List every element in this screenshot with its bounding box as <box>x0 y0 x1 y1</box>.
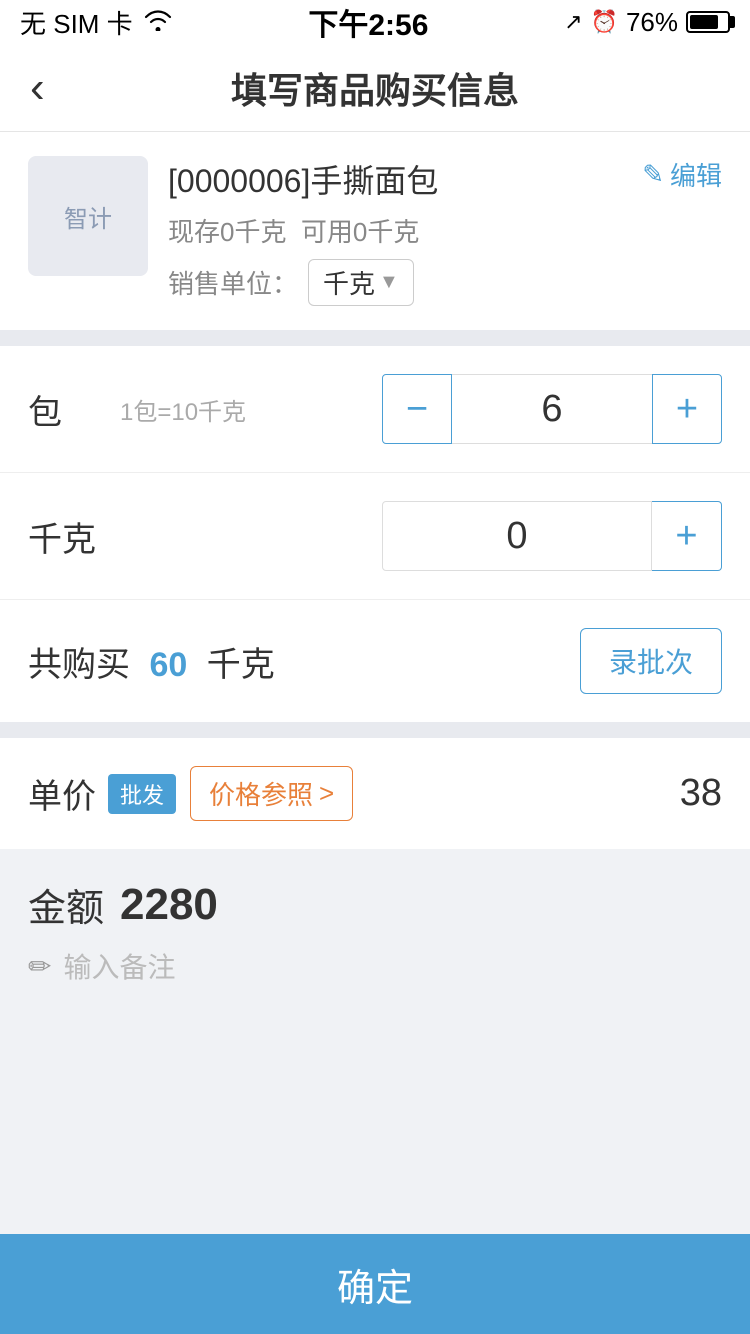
product-card: 智计 [0000006]手撕面包 现存0千克 可用0千克 销售单位： 千克 ▼ … <box>0 132 750 330</box>
alarm-icon: ⏰ <box>591 9 618 35</box>
remark-row[interactable]: ✏ 输入备注 <box>28 946 722 986</box>
price-value: 38 <box>680 772 722 815</box>
amount-section: 金额 2280 ✏ 输入备注 <box>0 849 750 1000</box>
product-stock: 现存0千克 可用0千克 <box>168 212 722 249</box>
amount-row: 金额 2280 <box>28 877 722 932</box>
batch-button[interactable]: 录批次 <box>580 628 722 694</box>
bag-hint: 1包=10千克 <box>120 392 382 427</box>
confirm-button[interactable]: 确定 <box>0 1234 750 1334</box>
total-row: 共购买 60 千克 录批次 <box>0 600 750 722</box>
status-bar: 无 SIM 卡 下午2:56 ↗ ⏰ 76% <box>0 0 750 44</box>
edit-remark-icon: ✏ <box>28 950 51 983</box>
bag-plus-button[interactable]: + <box>652 374 722 444</box>
bag-label: 包 <box>28 385 108 434</box>
status-left: 无 SIM 卡 <box>20 4 173 41</box>
price-reference-button[interactable]: 价格参照 > <box>190 766 353 821</box>
quantity-section: 包 1包=10千克 − + 千克 + <box>0 346 750 600</box>
bag-quantity-row: 包 1包=10千克 − + <box>0 346 750 473</box>
status-right: ↗ ⏰ 76% <box>564 7 730 38</box>
section-divider-1 <box>0 330 750 346</box>
price-label: 单价 <box>28 769 96 818</box>
kg-label: 千克 <box>28 512 108 561</box>
bag-minus-button[interactable]: − <box>382 374 452 444</box>
total-text: 共购买 60 千克 <box>28 637 580 686</box>
remark-placeholder: 输入备注 <box>63 946 175 986</box>
edit-icon: ✎ <box>642 159 664 190</box>
section-divider-2 <box>0 722 750 738</box>
bag-quantity-input[interactable] <box>452 374 652 444</box>
product-logo-text: 智计 <box>64 199 112 234</box>
status-time: 下午2:56 <box>308 0 428 44</box>
edit-button[interactable]: ✎ 编辑 <box>642 156 722 193</box>
product-name: [0000006]手撕面包 <box>168 156 722 202</box>
unit-select[interactable]: 千克 ▼ <box>308 259 414 306</box>
battery-percent: 76% <box>626 7 678 38</box>
chevron-right-icon: > <box>319 778 334 809</box>
wifi-icon <box>143 7 173 38</box>
amount-value: 2280 <box>120 880 218 930</box>
chevron-down-icon: ▼ <box>379 271 399 294</box>
kg-plus-button[interactable]: + <box>652 501 722 571</box>
bag-quantity-control: − + <box>382 374 722 444</box>
kg-quantity-row: 千克 + <box>0 473 750 600</box>
bottom-spacer <box>0 1000 750 1120</box>
sim-label: 无 SIM 卡 <box>20 4 133 41</box>
page-header: ‹ 填写商品购买信息 <box>0 44 750 132</box>
product-unit-row: 销售单位： 千克 ▼ <box>168 259 722 306</box>
kg-control: + <box>382 501 722 571</box>
amount-label: 金额 <box>28 877 104 932</box>
product-info: [0000006]手撕面包 现存0千克 可用0千克 销售单位： 千克 ▼ <box>168 156 722 306</box>
page-title: 填写商品购买信息 <box>231 62 519 114</box>
location-icon: ↗ <box>564 9 582 35</box>
battery-icon <box>686 11 730 33</box>
kg-quantity-input[interactable] <box>382 501 652 571</box>
product-image: 智计 <box>28 156 148 276</box>
price-section: 单价 批发 价格参照 > 38 <box>0 738 750 849</box>
price-badge: 批发 <box>108 774 176 814</box>
back-button[interactable]: ‹ <box>30 63 45 113</box>
